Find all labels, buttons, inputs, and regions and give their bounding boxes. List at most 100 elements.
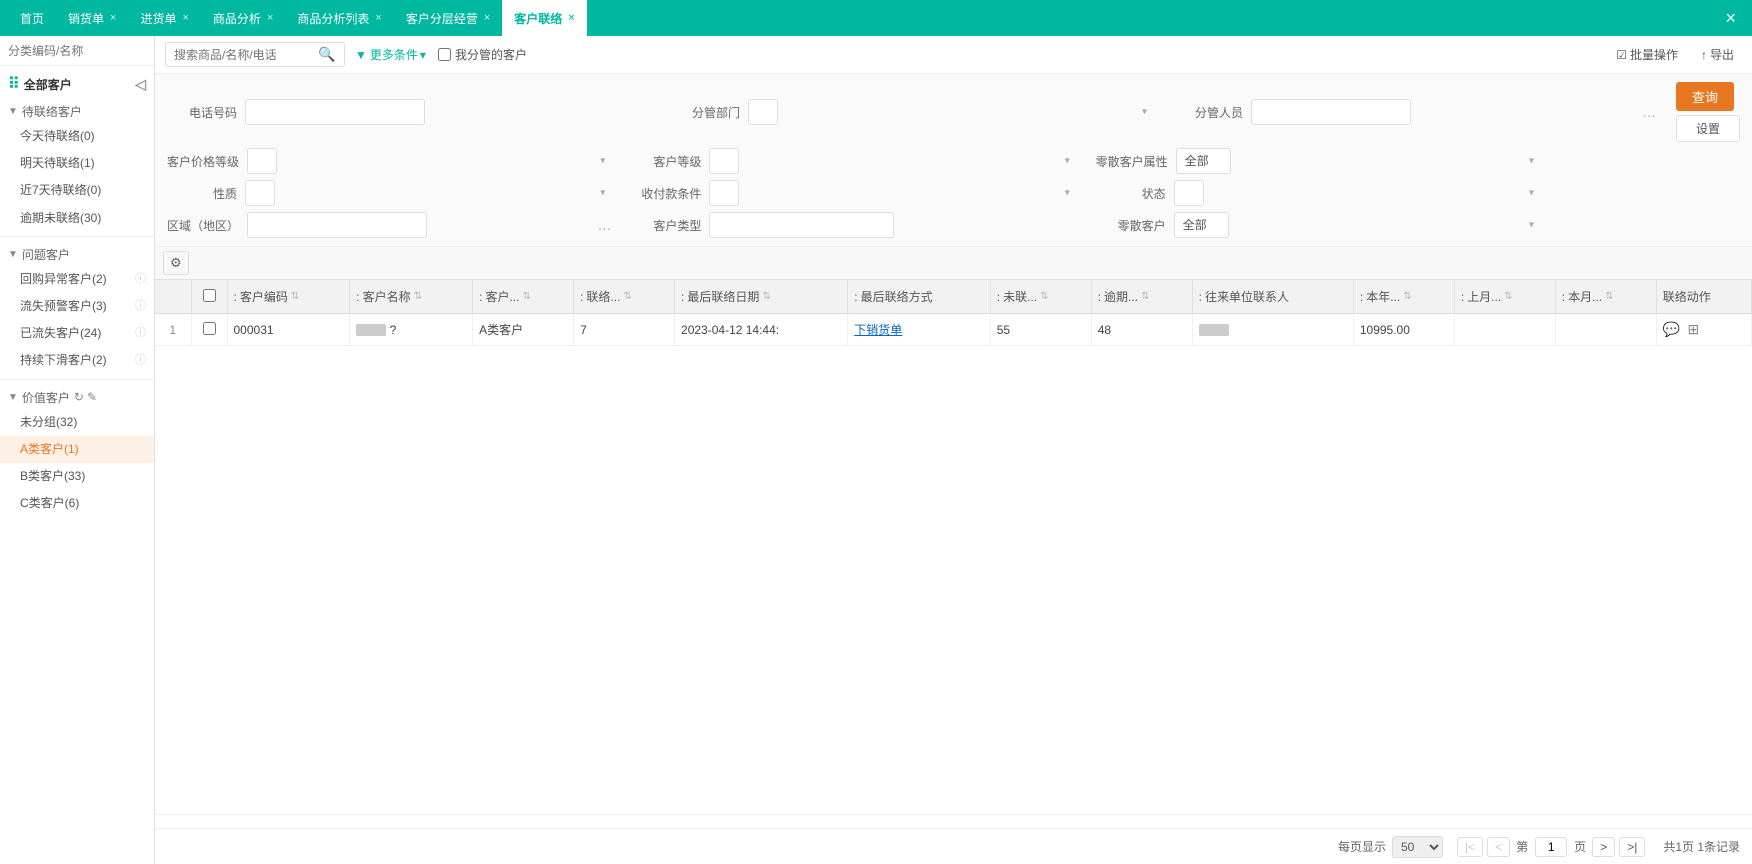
sidebar-item-7days[interactable]: 近7天待联络(0): [0, 177, 154, 204]
close-icon-customer-contact[interactable]: ×: [568, 12, 574, 24]
more-conditions-label: 更多条件: [370, 46, 418, 63]
refresh-icon[interactable]: ↻: [74, 390, 84, 404]
col-last-contact-date-text: 最后联络日期: [687, 288, 759, 305]
sort-icon-type[interactable]: ⇅: [522, 291, 530, 302]
sort-icon-contact[interactable]: ⇅: [623, 291, 631, 302]
column-settings-button[interactable]: ⚙: [163, 251, 189, 275]
status-arrow-icon: ▾: [1529, 188, 1534, 199]
sidebar-item-today[interactable]: 今天待联络(0): [0, 123, 154, 150]
sidebar-group-value[interactable]: ▼ 价值客户 ↻ ✎: [0, 384, 154, 409]
sidebar-item-overdue[interactable]: 逾期未联络(30): [0, 205, 154, 232]
sidebar-search-input[interactable]: [8, 44, 155, 58]
nav-item-analysis[interactable]: 商品分析 ×: [201, 0, 285, 36]
first-page-button[interactable]: |<: [1457, 837, 1483, 857]
my-customers-label: 我分管的客户: [455, 46, 527, 63]
filter-row-4: 区域（地区） … 客户类型 零散客户: [167, 212, 1740, 238]
sidebar-item-ungroup[interactable]: 未分组(32): [0, 409, 154, 436]
page-number-input[interactable]: 1: [1535, 837, 1567, 857]
edit-group-icon[interactable]: ✎: [87, 390, 97, 404]
sidebar-item-declining-label: 持续下滑客户(2): [20, 351, 107, 370]
filter-phone-input[interactable]: [245, 99, 425, 125]
sidebar-all-customers-label[interactable]: 全部客户: [24, 76, 136, 93]
close-icon-customer-tier[interactable]: ×: [484, 12, 490, 24]
next-page-button[interactable]: >: [1592, 837, 1615, 857]
settings-button[interactable]: 设置: [1676, 115, 1740, 142]
row-checkbox[interactable]: [203, 322, 216, 335]
filter-price-grade-select[interactable]: [247, 148, 277, 174]
nav-item-sales[interactable]: 销货单 ×: [56, 0, 128, 36]
close-icon-analysis[interactable]: ×: [267, 12, 273, 24]
contact-method-link[interactable]: 下销货单: [854, 323, 902, 337]
close-all-button[interactable]: ×: [1717, 8, 1744, 29]
filter-region-input[interactable]: [247, 212, 427, 238]
message-icon[interactable]: 💬: [1663, 321, 1680, 337]
col-customer-type: : 客户... ⇅: [473, 280, 574, 314]
sidebar-item-churned[interactable]: 已流失客户(24) ⓘ: [0, 320, 154, 347]
filter-status-wrap: ▾: [1174, 180, 1540, 206]
filter-payment-select[interactable]: [709, 180, 739, 206]
staff-more-icon[interactable]: …: [1642, 104, 1656, 120]
sort-icon-year[interactable]: ⇅: [1403, 291, 1411, 302]
last-page-button[interactable]: >|: [1619, 837, 1645, 857]
filter-staff-input[interactable]: [1251, 99, 1411, 125]
query-button[interactable]: 查询: [1676, 82, 1734, 111]
sidebar-item-c-class-label: C类客户(6): [20, 494, 79, 513]
filter-status-select[interactable]: [1174, 180, 1204, 206]
sidebar-item-churn-warning[interactable]: 流失预警客户(3) ⓘ: [0, 293, 154, 320]
sidebar-group-pending[interactable]: ▼ 待联络客户: [0, 98, 154, 123]
sidebar-group-problem[interactable]: ▼ 问题客户: [0, 241, 154, 266]
close-icon-sales[interactable]: ×: [110, 12, 116, 24]
sort-icon-nocontact[interactable]: ⇅: [1040, 291, 1048, 302]
sidebar-item-repurchase[interactable]: 回购异常客户(2) ⓘ: [0, 266, 154, 293]
my-customers-checkbox[interactable]: [438, 48, 451, 61]
prev-page-button[interactable]: <: [1487, 837, 1510, 857]
nav-item-analysis-list[interactable]: 商品分析列表 ×: [285, 0, 393, 36]
info-icon-declining: ⓘ: [135, 352, 146, 370]
my-customers-checkbox-label[interactable]: 我分管的客户: [438, 46, 527, 63]
sidebar-item-b-class[interactable]: B类客户(33): [0, 463, 154, 490]
filter-search-icon[interactable]: 🔍: [318, 46, 335, 63]
close-icon-purchase[interactable]: ×: [182, 12, 188, 24]
filter-retail-customer-field: 零散客户 全部 ▾: [1096, 212, 1540, 238]
sidebar-item-churn-warning-label: 流失预警客户(3): [20, 297, 107, 316]
table-header: : 客户编码 ⇅ : 客户名称 ⇅: [155, 280, 1752, 314]
nav-item-customer-tier[interactable]: 客户分层经营 ×: [394, 0, 502, 36]
nav-item-customer-contact[interactable]: 客户联络 ×: [502, 0, 586, 36]
nav-item-purchase[interactable]: 进货单 ×: [128, 0, 200, 36]
filter-price-grade-wrap: ▾: [247, 148, 611, 174]
filter-nature-wrap: ▾: [245, 180, 611, 206]
sidebar-item-tomorrow[interactable]: 明天待联络(1): [0, 150, 154, 177]
row-last-contact-date: 2023-04-12 14:44:: [675, 314, 848, 346]
qr-icon[interactable]: ⊞: [1688, 321, 1700, 337]
page-size-select[interactable]: 50 10 20 100: [1392, 836, 1443, 858]
sort-icon-name[interactable]: ⇅: [414, 291, 422, 302]
batch-operation-button[interactable]: ☑ 批量操作: [1607, 42, 1687, 67]
data-table: : 客户编码 ⇅ : 客户名称 ⇅: [155, 280, 1752, 346]
filter-dept-select[interactable]: [748, 99, 778, 125]
horizontal-scrollbar[interactable]: [155, 814, 1752, 828]
region-more-icon[interactable]: …: [597, 217, 611, 233]
filter-retail-customer-select[interactable]: 全部: [1174, 212, 1229, 238]
filter-search-input[interactable]: [174, 48, 314, 62]
sidebar-item-declining[interactable]: 持续下滑客户(2) ⓘ: [0, 347, 154, 374]
sidebar-collapse-icon[interactable]: ◁: [135, 76, 146, 93]
sort-icon-date[interactable]: ⇅: [762, 291, 770, 302]
filter-nature-select[interactable]: [245, 180, 275, 206]
checkbox-batch-icon: ☑: [1616, 48, 1627, 62]
sidebar-item-repurchase-label: 回购异常客户(2): [20, 270, 107, 289]
sort-icon-code[interactable]: ⇅: [291, 291, 299, 302]
price-grade-arrow-icon: ▾: [600, 156, 605, 167]
nav-item-home[interactable]: 首页: [8, 0, 56, 36]
sidebar-item-c-class[interactable]: C类客户(6): [0, 490, 154, 517]
filter-retail-attr-select[interactable]: 全部: [1176, 148, 1231, 174]
filter-customer-grade-select[interactable]: [709, 148, 739, 174]
sort-icon-thismonth[interactable]: ⇅: [1605, 291, 1613, 302]
sort-icon-lastmonth[interactable]: ⇅: [1504, 291, 1512, 302]
export-button[interactable]: ↑ 导出: [1693, 42, 1742, 67]
select-all-checkbox[interactable]: [203, 289, 216, 302]
sort-icon-overdue[interactable]: ⇅: [1141, 291, 1149, 302]
more-conditions-button[interactable]: ▼ 更多条件 ▾: [355, 46, 426, 63]
close-icon-analysis-list[interactable]: ×: [375, 12, 381, 24]
filter-customer-type-input[interactable]: [709, 212, 894, 238]
sidebar-item-a-class[interactable]: A类客户(1): [0, 436, 154, 463]
